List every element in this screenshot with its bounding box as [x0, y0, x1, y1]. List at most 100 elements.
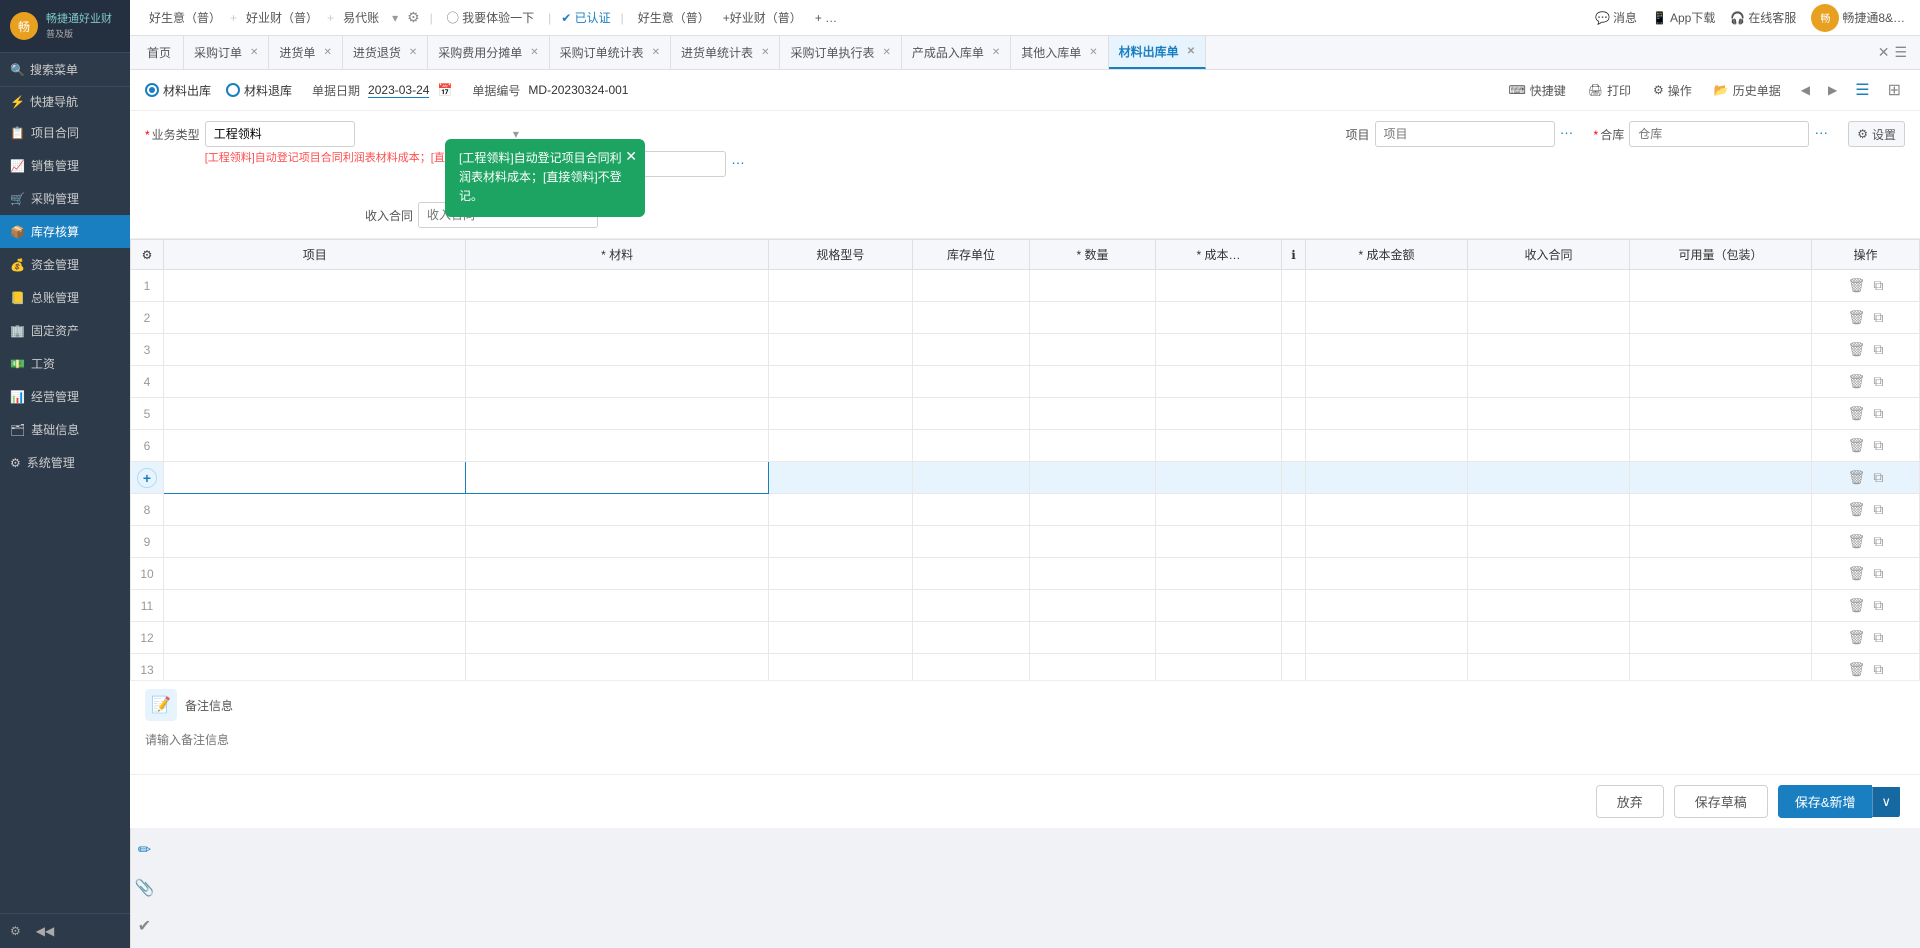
cell-unit-3[interactable]: [912, 334, 1029, 366]
biz-type-select[interactable]: 工程领料 直接领料: [205, 121, 355, 147]
sidebar-item-operations[interactable]: 📊 经营管理: [0, 380, 130, 413]
project-input[interactable]: [1375, 121, 1555, 147]
tooltip-close-btn[interactable]: ✕: [625, 145, 637, 167]
copy-icon-1[interactable]: ⧉: [1871, 275, 1885, 296]
tab-view-toggle[interactable]: ☰: [1894, 44, 1907, 61]
cell-material-3[interactable]: [466, 334, 768, 366]
quick-key-btn[interactable]: ⌨ 快捷键: [1502, 79, 1571, 102]
calendar-icon[interactable]: 📅: [437, 83, 452, 97]
sidebar-item-purchase[interactable]: 🛒 采购管理: [0, 182, 130, 215]
tab-purchase-in[interactable]: 进货单 ✕: [269, 36, 342, 69]
copy-icon-12[interactable]: ⧉: [1871, 627, 1885, 648]
cell-income-contract-1[interactable]: [1468, 270, 1630, 302]
copy-icon-2[interactable]: ⧉: [1871, 307, 1885, 328]
sidebar-item-project-contract[interactable]: 📋 项目合同: [0, 116, 130, 149]
sidebar-item-system[interactable]: ⚙ 系统管理: [0, 446, 130, 479]
settings-btn[interactable]: ⚙ 设置: [1848, 121, 1905, 147]
tab-purchase-order-stat[interactable]: 采购订单统计表 ✕: [550, 36, 671, 69]
copy-icon-6[interactable]: ⧉: [1871, 435, 1885, 456]
discard-btn[interactable]: 放弃: [1596, 785, 1664, 818]
topbar-trial[interactable]: ◯ 我要体验一下: [443, 7, 538, 28]
tab-purchase-in-stat[interactable]: 进货单统计表 ✕: [671, 36, 780, 69]
cell-income-contract-6[interactable]: [1468, 430, 1630, 462]
notes-textarea[interactable]: [145, 726, 1905, 766]
delete-icon-10[interactable]: 🗑: [1846, 563, 1868, 584]
collapse-icon[interactable]: ◀◀: [36, 924, 54, 938]
topbar-link-yidaizhang[interactable]: 易代账: [339, 7, 383, 28]
gear-icon[interactable]: ⚙: [142, 248, 153, 262]
cell-income-contract-5[interactable]: [1468, 398, 1630, 430]
delete-icon-2[interactable]: 🗑: [1846, 307, 1868, 328]
tab-purchase-expense[interactable]: 采购费用分摊单 ✕: [428, 36, 549, 69]
tab-close-product-in[interactable]: ✕: [992, 47, 1000, 58]
tab-close-purchase-order-stat[interactable]: ✕: [652, 47, 660, 58]
radio-material-out[interactable]: 材料出库: [145, 82, 211, 99]
cell-cost-amount-7[interactable]: [1306, 462, 1468, 494]
delete-icon-13[interactable]: 🗑: [1846, 659, 1868, 680]
cell-cost-price-1[interactable]: [1155, 270, 1281, 302]
inline-input-material-7[interactable]: [472, 471, 761, 485]
tab-product-in[interactable]: 产成品入库单 ✕: [902, 36, 1011, 69]
radio-material-return[interactable]: 材料退库: [226, 82, 292, 99]
add-row-btn[interactable]: +: [137, 468, 157, 488]
delete-icon-5[interactable]: 🗑: [1846, 403, 1868, 424]
delete-icon-8[interactable]: 🗑: [1846, 499, 1868, 520]
cell-spec-3[interactable]: [768, 334, 912, 366]
cell-project-3[interactable]: [164, 334, 466, 366]
cell-qty-1[interactable]: [1029, 270, 1155, 302]
cell-project-7[interactable]: [164, 462, 466, 494]
th-gear[interactable]: ⚙: [131, 240, 164, 270]
delete-icon-6[interactable]: 🗑: [1846, 435, 1868, 456]
copy-icon-3[interactable]: ⧉: [1871, 339, 1885, 360]
cell-project-5[interactable]: [164, 398, 466, 430]
topbar-link-good[interactable]: 好生意（普）: [634, 7, 714, 28]
cell-material-5[interactable]: [466, 398, 768, 430]
cell-project-1[interactable]: [164, 270, 466, 302]
tab-close-purchase-exec[interactable]: ✕: [882, 47, 890, 58]
sidebar-item-sales[interactable]: 📈 销售管理: [0, 149, 130, 182]
cell-spec-2[interactable]: [768, 302, 912, 334]
delete-icon-9[interactable]: 🗑: [1846, 531, 1868, 552]
settings-gear-icon[interactable]: ⚙: [10, 924, 21, 938]
history-btn[interactable]: 📂 历史单据: [1708, 79, 1787, 102]
cell-qty-6[interactable]: [1029, 430, 1155, 462]
cell-unit-1[interactable]: [912, 270, 1029, 302]
tab-home[interactable]: 首页: [135, 36, 184, 69]
tab-other-in[interactable]: 其他入库单 ✕: [1011, 36, 1108, 69]
cell-unit-5[interactable]: [912, 398, 1029, 430]
right-panel-check-icon[interactable]: ✔: [134, 912, 155, 940]
tab-purchase-exec[interactable]: 采购订单执行表 ✕: [780, 36, 901, 69]
cell-project-4[interactable]: [164, 366, 466, 398]
topbar-link-haoyecai[interactable]: 好业财（普）: [242, 7, 322, 28]
cell-cost-amount-3[interactable]: [1306, 334, 1468, 366]
copy-icon-10[interactable]: ⧉: [1871, 563, 1885, 584]
tab-close-other-in[interactable]: ✕: [1089, 47, 1097, 58]
sidebar-item-inventory[interactable]: 📦 库存核算: [0, 215, 130, 248]
tab-close-material-out[interactable]: ✕: [1187, 46, 1195, 57]
cell-cost-price-3[interactable]: [1155, 334, 1281, 366]
cell-material-4[interactable]: [466, 366, 768, 398]
cell-income-contract-4[interactable]: [1468, 366, 1630, 398]
right-panel-edit-icon[interactable]: ✏: [134, 836, 155, 864]
topbar-dropdown-arrow[interactable]: ▾: [388, 9, 402, 27]
cell-cost-price-5[interactable]: [1155, 398, 1281, 430]
delete-icon-3[interactable]: 🗑: [1846, 339, 1868, 360]
cell-qty-4[interactable]: [1029, 366, 1155, 398]
copy-icon-8[interactable]: ⧉: [1871, 499, 1885, 520]
delete-icon-4[interactable]: 🗑: [1846, 371, 1868, 392]
sidebar-item-fixed-assets[interactable]: 🏢 固定资产: [0, 314, 130, 347]
copy-icon-4[interactable]: ⧉: [1871, 371, 1885, 392]
delete-icon-7[interactable]: 🗑: [1846, 467, 1868, 488]
sidebar-item-basic-info[interactable]: 🗂 基础信息: [0, 413, 130, 446]
topbar-message[interactable]: 💬 消息: [1595, 9, 1637, 26]
save-draft-btn[interactable]: 保存草稿: [1674, 785, 1768, 818]
delete-icon-1[interactable]: 🗑: [1846, 275, 1868, 296]
view-toggle-card[interactable]: ⊞: [1884, 78, 1905, 102]
tab-close-purchase-expense[interactable]: ✕: [530, 47, 538, 58]
tab-close-purchase-order[interactable]: ✕: [250, 47, 258, 58]
save-new-arrow-btn[interactable]: ∨: [1872, 787, 1900, 817]
warehouse-ellipsis[interactable]: …: [1814, 121, 1828, 137]
cell-material-6[interactable]: [466, 430, 768, 462]
topbar-link-plus[interactable]: +好业财（普）: [719, 7, 806, 28]
cell-cost-price-2[interactable]: [1155, 302, 1281, 334]
